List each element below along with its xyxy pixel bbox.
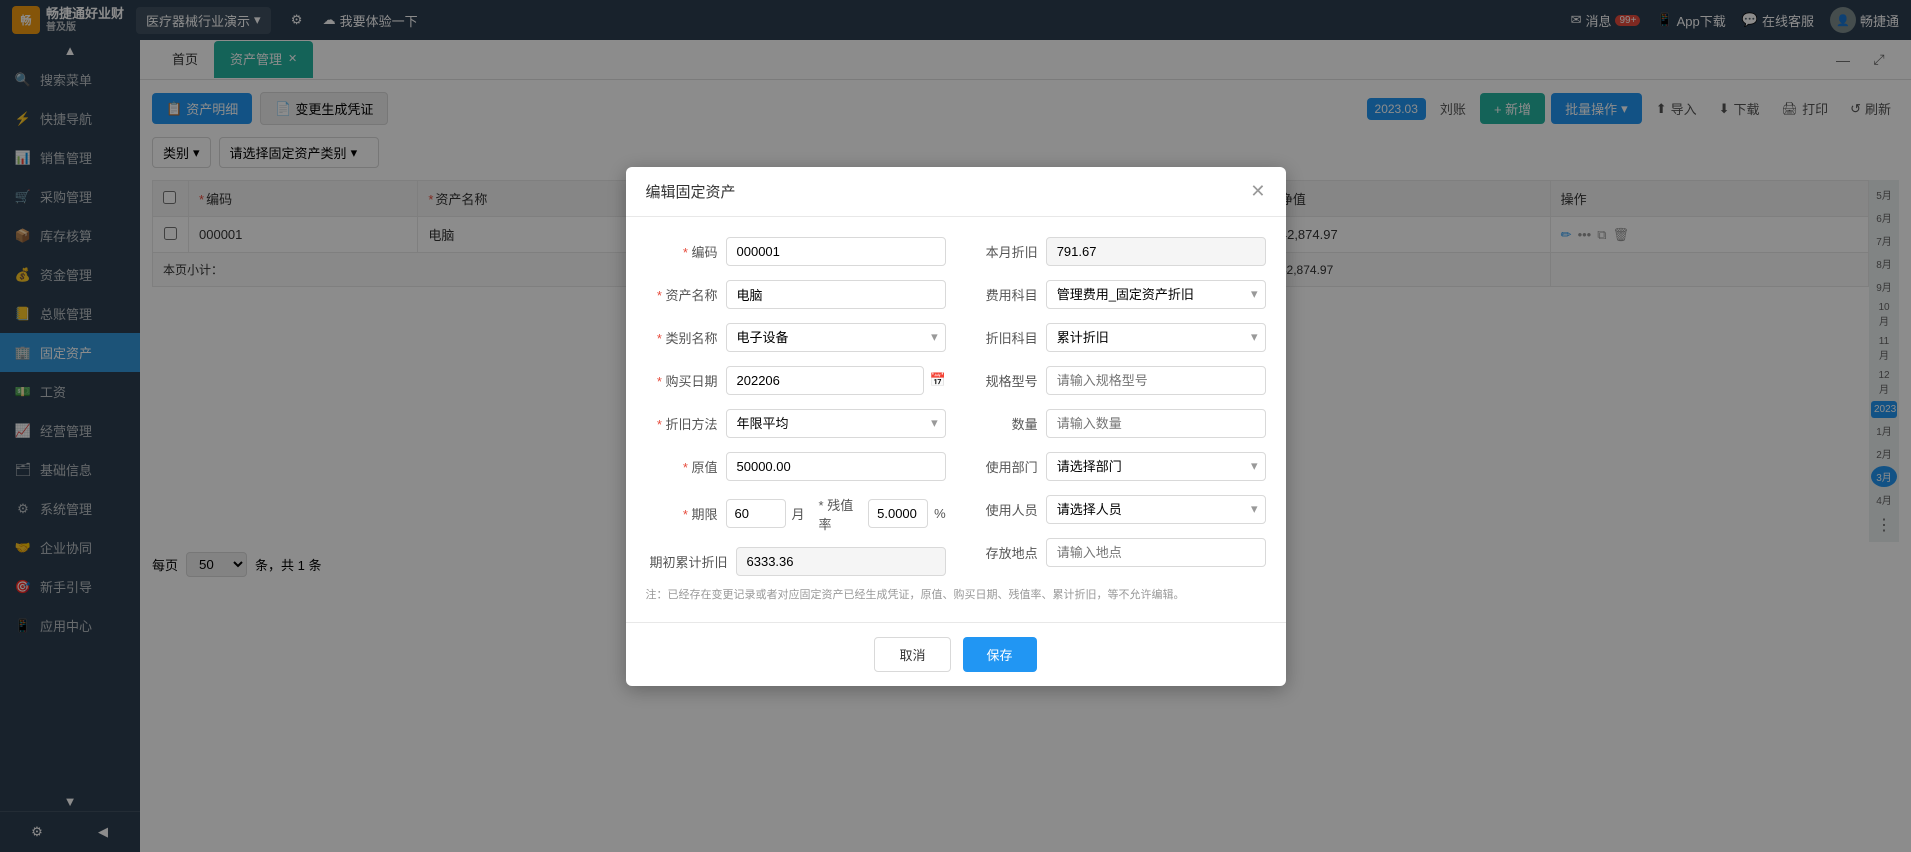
modal-header: 编辑固定资产 ✕ xyxy=(626,167,1286,217)
modal-footer: 取消 保存 xyxy=(626,622,1286,686)
modal-close-button[interactable]: ✕ xyxy=(1250,181,1265,202)
depreciation-subject-select[interactable]: 累计折旧 xyxy=(1046,323,1266,352)
expense-subject-select[interactable]: 管理费用_固定资产折旧 xyxy=(1046,280,1266,309)
save-button[interactable]: 保存 xyxy=(963,637,1037,672)
initial-depreciation-input[interactable] xyxy=(736,547,946,576)
original-value-input[interactable] xyxy=(726,452,946,481)
depreciation-method-select[interactable]: 年限平均 xyxy=(726,409,946,438)
edit-asset-modal: 编辑固定资产 ✕ * 编码 * 资产名称 xyxy=(626,167,1286,686)
storage-location-input[interactable] xyxy=(1046,538,1266,567)
asset-name-input[interactable] xyxy=(726,280,946,309)
field-department: 使用部门 请选择部门 ▾ xyxy=(966,452,1266,481)
field-expense-subject: 费用科目 管理费用_固定资产折旧 ▾ xyxy=(966,280,1266,309)
field-code: * 编码 xyxy=(646,237,946,266)
purchase-date-input[interactable] xyxy=(726,366,924,395)
code-input[interactable] xyxy=(726,237,946,266)
field-initial-depreciation: 期初累计折旧 xyxy=(646,547,946,576)
field-quantity: 数量 xyxy=(966,409,1266,438)
period-input[interactable] xyxy=(726,499,786,528)
modal-body: * 编码 * 资产名称 * 类别名称 电子设备 xyxy=(626,217,1286,622)
field-depreciation-method: * 折旧方法 年限平均 ▾ xyxy=(646,409,946,438)
monthly-depreciation-input xyxy=(1046,237,1266,266)
field-asset-name: * 资产名称 xyxy=(646,280,946,309)
field-category: * 类别名称 电子设备 ▾ xyxy=(646,323,946,352)
field-user-person: 使用人员 请选择人员 ▾ xyxy=(966,495,1266,524)
spec-model-input[interactable] xyxy=(1046,366,1266,395)
quantity-input[interactable] xyxy=(1046,409,1266,438)
residual-rate-label: * 残值率 xyxy=(819,495,863,533)
field-monthly-depreciation: 本月折旧 xyxy=(966,237,1266,266)
modal-title: 编辑固定资产 xyxy=(646,181,736,202)
field-original-value: * 原值 xyxy=(646,452,946,481)
field-period: * 期限 月 * 残值率 % xyxy=(646,495,946,533)
cancel-button[interactable]: 取消 xyxy=(874,637,950,672)
department-select[interactable]: 请选择部门 xyxy=(1046,452,1266,481)
calendar-icon[interactable]: 📅 xyxy=(930,372,946,388)
field-storage-location: 存放地点 xyxy=(966,538,1266,567)
field-purchase-date: * 购买日期 📅 xyxy=(646,366,946,395)
field-depreciation-subject: 折旧科目 累计折旧 ▾ xyxy=(966,323,1266,352)
modal-overlay: 编辑固定资产 ✕ * 编码 * 资产名称 xyxy=(0,0,1911,852)
form-note: 注：已经存在变更记录或者对应固定资产已经生成凭证，原值、购买日期、残值率、累计折… xyxy=(646,576,1266,602)
user-person-select[interactable]: 请选择人员 xyxy=(1046,495,1266,524)
field-spec-model: 规格型号 xyxy=(966,366,1266,395)
residual-rate-input[interactable] xyxy=(868,499,928,528)
category-select[interactable]: 电子设备 xyxy=(726,323,946,352)
